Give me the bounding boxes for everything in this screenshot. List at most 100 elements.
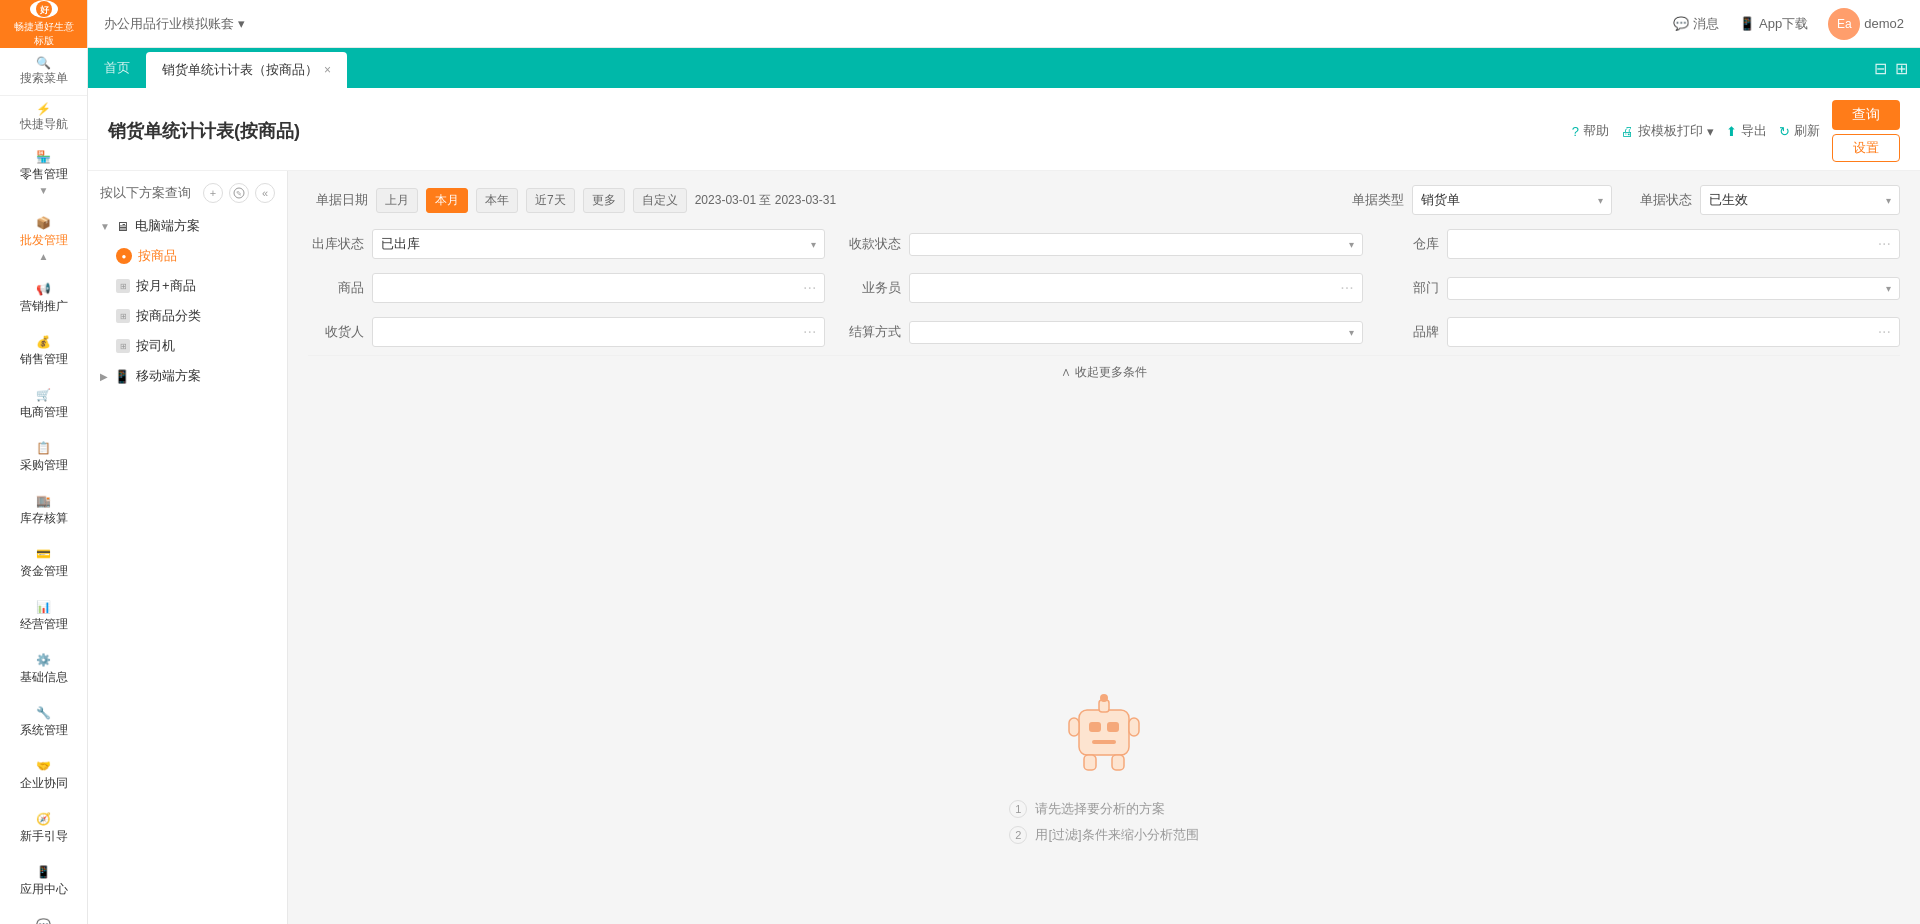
collapse-panel-btn[interactable]: « [255,183,275,203]
sidebar-item-operations[interactable]: 📊 经营管理 [0,590,87,643]
brand-input[interactable]: ··· [1447,317,1900,347]
sidebar-item-finance[interactable]: 💳 资金管理 [0,537,87,590]
tab-active[interactable]: 销货单统计计表（按商品） × [146,52,347,88]
active-tab-label: 销货单统计计表（按商品） [162,61,318,79]
operations-icon: 📊 [36,600,51,614]
department-selector[interactable]: ▾ [1447,277,1900,300]
search-icon: 🔍 [6,56,81,70]
date-btn-more[interactable]: 更多 [583,188,625,213]
doc-type-selector[interactable]: 销货单 ▾ [1412,185,1612,215]
tree-item-by-category[interactable]: ⊞ 按商品分类 [88,301,287,331]
tab-maximize-btn[interactable]: ⊞ [1895,59,1908,78]
sidebar-item-wechat[interactable]: 💬 企业微信 [0,908,87,924]
date-btn-this-year[interactable]: 本年 [476,188,518,213]
svg-rect-11 [1129,718,1139,736]
home-tab-label: 首页 [104,59,130,77]
tab-minimize-btn[interactable]: ⊟ [1874,59,1887,78]
content-body: 按以下方案查询 + ✎ « ▼ � [88,171,1920,924]
salesperson-input[interactable]: ··· [909,273,1362,303]
sidebar-item-inventory[interactable]: 🏬 库存核算 [0,484,87,537]
filter-row-3: 商品 ··· 业务员 ··· [308,273,1900,303]
date-btn-7days[interactable]: 近7天 [526,188,575,213]
product-input[interactable]: ··· [372,273,825,303]
sidebar-item-guide[interactable]: 🧭 新手引导 [0,802,87,855]
add-scheme-btn[interactable]: + [203,183,223,203]
tree-desktop-group[interactable]: ▼ 🖥 电脑端方案 [88,211,287,241]
payment-status-arrow: ▾ [1349,239,1354,250]
grid-icon-3: ⊞ [116,339,130,353]
date-btn-this-month[interactable]: 本月 [426,188,468,213]
finance-icon: 💳 [36,547,51,561]
sidebar: 好 畅捷通好生意 标版 🔍 搜索菜单 ⚡ 快捷导航 🏪 零售管理 ▼ 📦 批发管… [0,0,88,924]
collapse-label: ∧ 收起更多条件 [1061,365,1146,379]
tree-item-by-driver[interactable]: ⊞ 按司机 [88,331,287,361]
edit-scheme-btn[interactable]: ✎ [229,183,249,203]
out-status-selector[interactable]: 已出库 ▾ [372,229,825,259]
tree-item-by-month-product[interactable]: ⊞ 按月+商品 [88,271,287,301]
retail-arrow: ▼ [39,185,49,196]
industry-selector[interactable]: 办公用品行业模拟账套 ▾ [104,15,245,33]
salesperson-dots: ··· [1340,279,1353,297]
tab-close-btn[interactable]: × [324,63,331,77]
user-menu[interactable]: Ea demo2 [1828,8,1904,40]
empty-state: 1 请先选择要分析的方案 2 用[过滤]条件来缩小分析范围 [288,600,1920,924]
doc-status-selector[interactable]: 已生效 ▾ [1700,185,1900,215]
payment-status-selector[interactable]: ▾ [909,233,1362,256]
refresh-btn[interactable]: ↻ 刷新 [1779,122,1820,140]
settlement-label: 结算方式 [845,323,901,341]
enterprise-icon: 🤝 [36,759,51,773]
search-menu[interactable]: 🔍 搜索菜单 [0,48,87,96]
sidebar-item-marketing[interactable]: 📢 营销推广 [0,272,87,325]
app-download-btn[interactable]: 📱 App下载 [1739,15,1808,33]
panel-header: 按以下方案查询 + ✎ « [88,183,287,211]
mobile-folder-icon: 📱 [114,369,130,384]
tab-bar: 首页 销货单统计计表（按商品） × ⊟ ⊞ [88,48,1920,88]
settlement-arrow: ▾ [1349,327,1354,338]
payment-status-field: 收款状态 ▾ [845,229,1362,259]
warehouse-input[interactable]: ··· [1447,229,1900,259]
settings-button[interactable]: 设置 [1832,134,1900,162]
sidebar-item-procurement[interactable]: 📋 采购管理 [0,431,87,484]
tip-text-2: 用[过滤]条件来缩小分析范围 [1035,826,1198,844]
tree-mobile-group[interactable]: ▶ 📱 移动端方案 [88,361,287,391]
sidebar-item-ecommerce[interactable]: 🛒 电商管理 [0,378,87,431]
date-btn-last-month[interactable]: 上月 [376,188,418,213]
receiver-input[interactable]: ··· [372,317,825,347]
tab-home[interactable]: 首页 [88,48,146,88]
empty-illustration [1044,680,1164,780]
product-dots: ··· [803,279,816,297]
warehouse-dots: ··· [1878,235,1891,253]
date-btn-custom[interactable]: 自定义 [633,188,687,213]
page-header: 销货单统计计表(按商品) ? 帮助 🖨 按模板打印 ▾ ⬆ 导出 ↻ 刷新 [88,88,1920,171]
receiver-dots: ··· [803,323,816,341]
sidebar-item-retail[interactable]: 🏪 零售管理 ▼ [0,140,87,206]
settlement-selector[interactable]: ▾ [909,321,1362,344]
svg-rect-5 [1089,722,1101,732]
page-title: 销货单统计计表(按商品) [108,119,300,143]
sidebar-item-wholesale[interactable]: 📦 批发管理 ▲ [0,206,87,272]
brand-field: 品牌 ··· [1383,317,1900,347]
sidebar-item-system[interactable]: 🔧 系统管理 [0,696,87,749]
wholesale-icon: 📦 [36,216,51,230]
salesperson-field: 业务员 ··· [845,273,1362,303]
export-btn[interactable]: ⬆ 导出 [1726,122,1767,140]
sidebar-item-basics[interactable]: ⚙️ 基础信息 [0,643,87,696]
help-btn[interactable]: ? 帮助 [1572,122,1609,140]
sidebar-item-sales[interactable]: 💰 销售管理 [0,325,87,378]
sidebar-item-apps[interactable]: 📱 应用中心 [0,855,87,908]
user-avatar: Ea [1828,8,1860,40]
messages-btn[interactable]: 💬 消息 [1673,15,1719,33]
svg-text:好: 好 [38,5,49,15]
quick-nav[interactable]: ⚡ 快捷导航 [0,96,87,140]
tree-item-by-product[interactable]: ● 按商品 [88,241,287,271]
svg-text:✎: ✎ [236,190,242,197]
sidebar-item-enterprise[interactable]: 🤝 企业协同 [0,749,87,802]
retail-icon: 🏪 [36,150,51,164]
doc-type-arrow: ▾ [1598,195,1603,206]
query-settings-group: 查询 设置 [1832,100,1900,162]
doc-status-label: 单据状态 [1640,191,1692,209]
template-print-btn[interactable]: 🖨 按模板打印 ▾ [1621,122,1714,140]
query-button[interactable]: 查询 [1832,100,1900,130]
svg-rect-10 [1069,718,1079,736]
collapse-more-btn[interactable]: ∧ 收起更多条件 [308,355,1900,389]
